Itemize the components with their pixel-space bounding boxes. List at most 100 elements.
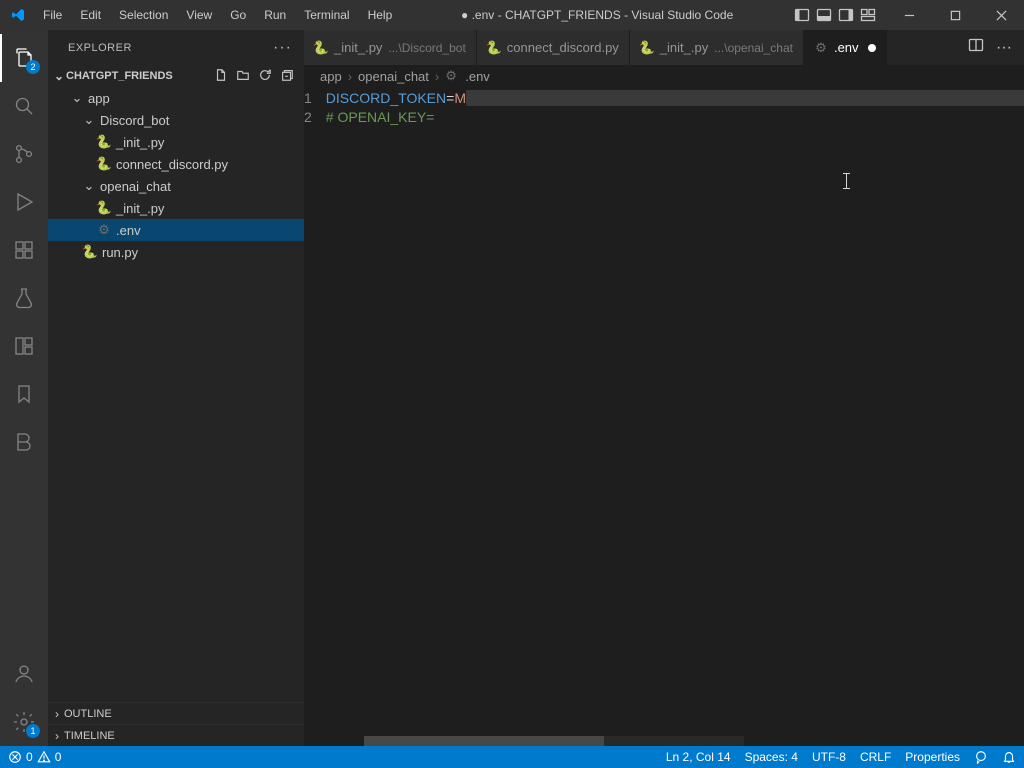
breadcrumb[interactable]: app › openai_chat › ⚙ .env [304,65,1024,87]
status-bell-icon[interactable] [1002,750,1016,764]
tab-label: _init_.py [334,40,382,55]
menu-view[interactable]: View [178,2,220,28]
menu-selection[interactable]: Selection [111,2,176,28]
menu-file[interactable]: File [35,2,70,28]
more-actions-icon[interactable]: ··· [996,39,1012,57]
activity-accounts[interactable] [0,650,48,698]
customize-layout-icon[interactable] [860,7,876,23]
menu-run[interactable]: Run [256,2,294,28]
activity-extensions[interactable] [0,226,48,274]
tab-init-openai[interactable]: 🐍 _init_.py ...\openai_chat [630,30,804,65]
new-folder-icon[interactable] [236,68,250,85]
status-indent[interactable]: Spaces: 4 [745,750,798,764]
file-init-openai[interactable]: 🐍_init_.py [48,197,304,219]
file-label: _init_.py [116,135,164,150]
menu-help[interactable]: Help [360,2,401,28]
activity-ext-1[interactable] [0,322,48,370]
error-count: 0 [26,750,33,764]
horizontal-scrollbar[interactable] [364,736,744,746]
tab-env[interactable]: ⚙ .env [804,30,887,65]
sidebar-more-icon[interactable]: ··· [273,39,292,57]
activity-source-control[interactable] [0,130,48,178]
warning-count: 0 [55,750,62,764]
editor-tabs: 🐍 _init_.py ...\Discord_bot 🐍 connect_di… [304,30,1024,65]
status-problems[interactable]: 0 0 [8,750,61,764]
file-run[interactable]: 🐍run.py [48,241,304,263]
tab-path: ...\Discord_bot [388,41,465,55]
env-val-start: M [454,90,466,106]
refresh-icon[interactable] [258,68,272,85]
breadcrumb-seg[interactable]: app [320,69,342,84]
toggle-secondary-sidebar-icon[interactable] [838,7,854,23]
activity-bookmark[interactable] [0,370,48,418]
tab-init-discord[interactable]: 🐍 _init_.py ...\Discord_bot [304,30,477,65]
chevron-right-icon: › [348,69,352,84]
window-title: ● .env - CHATGPT_FRIENDS - Visual Studio… [400,8,794,22]
text-cursor-icon [846,173,847,189]
menu-go[interactable]: Go [222,2,254,28]
split-editor-icon[interactable] [968,37,984,58]
sidebar-title: EXPLORER [68,42,132,54]
sidebar-header: EXPLORER ··· [48,30,304,65]
activity-ext-b[interactable] [0,418,48,466]
file-label: connect_discord.py [116,157,228,172]
menu-bar: File Edit Selection View Go Run Terminal… [35,2,400,28]
close-button[interactable] [978,0,1024,30]
code-editor[interactable]: 1 2 DISCORD_TOKEN=MXXXXXXXXXXXXXXXXXXXXX… [304,87,1024,746]
python-file-icon: 🐍 [640,41,654,55]
status-cursor-pos[interactable]: Ln 2, Col 14 [666,750,731,764]
sidebar: EXPLORER ··· ⌄ CHATGPT_FRIENDS ⌄app ⌄Dis… [48,30,304,746]
activity-bar: 2 1 [0,30,48,746]
explorer-badge: 2 [26,60,40,74]
menu-terminal[interactable]: Terminal [296,2,357,28]
dirty-indicator-icon [868,44,876,52]
activity-run-debug[interactable] [0,178,48,226]
activity-search[interactable] [0,82,48,130]
folder-app[interactable]: ⌄app [48,87,304,109]
chevron-down-icon: ⌄ [70,90,84,106]
status-language[interactable]: Properties [905,750,960,764]
status-encoding[interactable]: UTF-8 [812,750,846,764]
tab-label: .env [834,40,859,55]
code-lines[interactable]: DISCORD_TOKEN=MXXXXXXXXXXXXXXXXXXXXXXXXX… [326,87,1024,746]
breadcrumb-seg[interactable]: .env [465,69,490,84]
chevron-down-icon: ⌄ [52,69,66,83]
activity-testing[interactable] [0,274,48,322]
collapse-all-icon[interactable] [280,68,294,85]
outline-section[interactable]: ›OUTLINE [48,702,304,724]
activity-settings[interactable]: 1 [0,698,48,746]
status-feedback-icon[interactable] [974,750,988,764]
tab-label: _init_.py [660,40,708,55]
minimize-button[interactable] [886,0,932,30]
toggle-primary-sidebar-icon[interactable] [794,7,810,23]
vscode-logo-icon [0,0,35,30]
python-file-icon: 🐍 [314,41,328,55]
redacted-value: XXXXXXXXXXXXXXXXXXXXXXXXXXXXXXXXXXXXXXXX… [466,90,1024,106]
gear-icon: ⚙ [96,222,112,238]
scrollbar-thumb[interactable] [364,736,604,746]
menu-edit[interactable]: Edit [72,2,109,28]
chevron-right-icon: › [435,69,439,84]
breadcrumb-seg[interactable]: openai_chat [358,69,429,84]
file-init-discord[interactable]: 🐍_init_.py [48,131,304,153]
file-connect-discord[interactable]: 🐍connect_discord.py [48,153,304,175]
new-file-icon[interactable] [214,68,228,85]
timeline-section[interactable]: ›TIMELINE [48,724,304,746]
tab-connect-discord[interactable]: 🐍 connect_discord.py [477,30,630,65]
folder-label: openai_chat [100,179,171,194]
folder-discord-bot[interactable]: ⌄Discord_bot [48,109,304,131]
python-file-icon: 🐍 [487,41,501,55]
activity-explorer[interactable]: 2 [0,34,48,82]
editor-area: 🐍 _init_.py ...\Discord_bot 🐍 connect_di… [304,30,1024,746]
status-eol[interactable]: CRLF [860,750,891,764]
title-bar: File Edit Selection View Go Run Terminal… [0,0,1024,30]
folder-openai-chat[interactable]: ⌄openai_chat [48,175,304,197]
window-controls [886,0,1024,30]
toggle-panel-icon[interactable] [816,7,832,23]
explorer-project-header[interactable]: ⌄ CHATGPT_FRIENDS [48,65,304,87]
tab-label: connect_discord.py [507,40,619,55]
file-env[interactable]: ⚙.env [48,219,304,241]
env-comment: # OPENAI_KEY= [326,109,435,125]
maximize-button[interactable] [932,0,978,30]
timeline-label: TIMELINE [64,730,115,742]
